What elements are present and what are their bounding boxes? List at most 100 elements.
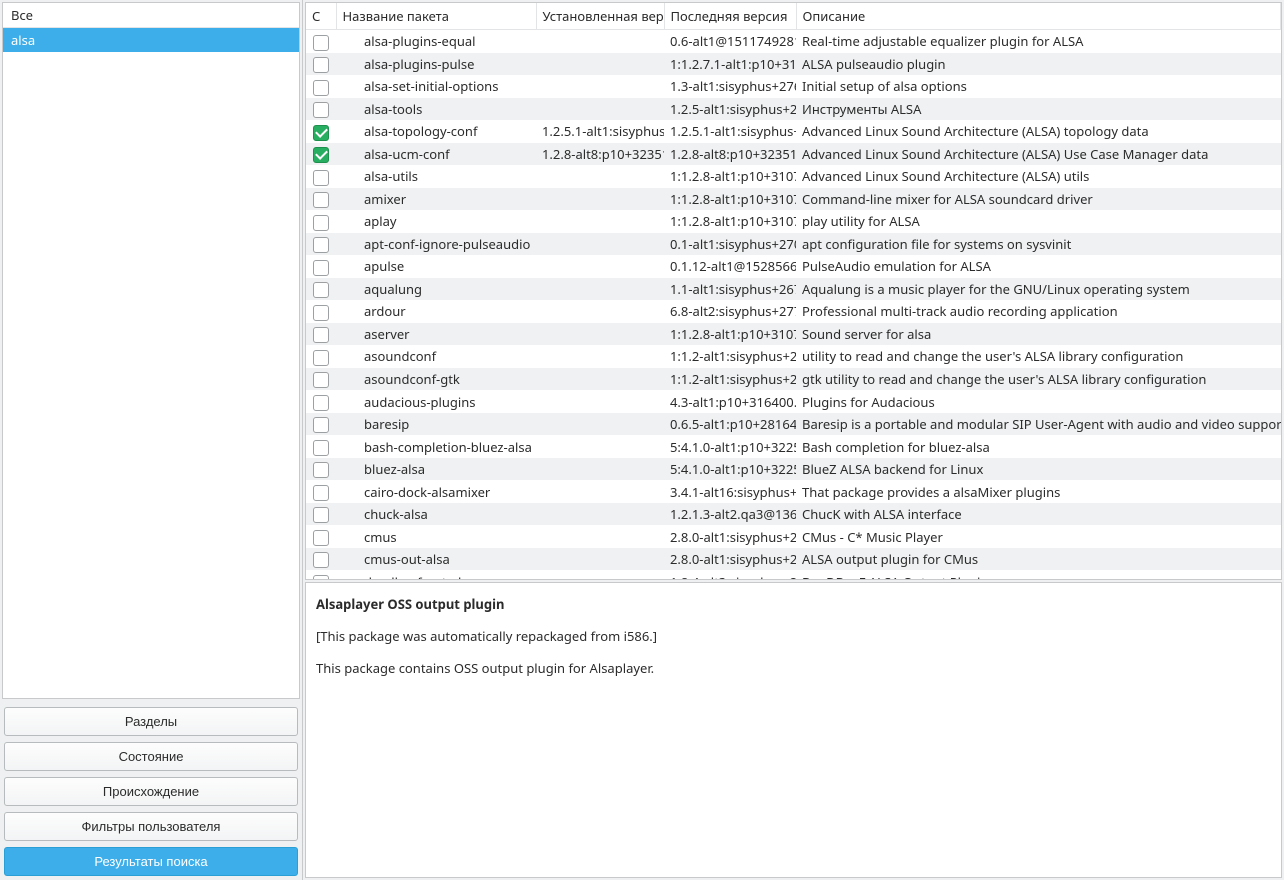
package-installed-version (536, 165, 664, 188)
table-row[interactable]: ardour6.8-alt2:sisyphus+2773Professional… (306, 300, 1281, 323)
sidebar-button[interactable]: Состояние (4, 742, 298, 771)
package-name: cmus-out-alsa (336, 548, 536, 571)
package-name: asoundconf-gtk (336, 368, 536, 391)
package-description: apt configuration file for systems on sy… (796, 233, 1281, 256)
package-name: alsa-ucm-conf (336, 143, 536, 166)
sidebar-button[interactable]: Разделы (4, 707, 298, 736)
sidebar-button[interactable]: Результаты поиска (4, 847, 298, 876)
table-row[interactable]: amixer1:1.2.8-alt1:p10+31079Command-line… (306, 188, 1281, 211)
package-checkbox[interactable] (313, 507, 329, 523)
package-latest-version: 0.1-alt1:sisyphus+2700 (664, 233, 796, 256)
table-row[interactable]: deadbeef-out-alsa1.8.4-alt3:sisyphus+27D… (306, 570, 1281, 580)
package-description: Advanced Linux Sound Architecture (ALSA)… (796, 143, 1281, 166)
package-checkbox[interactable] (313, 192, 329, 208)
sidebar-item[interactable]: alsa (3, 28, 299, 52)
package-checkbox[interactable] (313, 35, 329, 51)
package-checkbox[interactable] (313, 125, 329, 141)
package-checkbox[interactable] (313, 552, 329, 568)
table-row[interactable]: cmus2.8.0-alt1:sisyphus+24CMus - C* Musi… (306, 525, 1281, 548)
col-header-installed[interactable]: Установленная верс (536, 3, 664, 30)
table-row[interactable]: aplay1:1.2.8-alt1:p10+31079play utility … (306, 210, 1281, 233)
package-installed-version (536, 75, 664, 98)
table-row[interactable]: alsa-set-initial-options1.3-alt1:sisyphu… (306, 75, 1281, 98)
package-checkbox[interactable] (313, 237, 329, 253)
package-checkbox[interactable] (313, 327, 329, 343)
table-row[interactable]: alsa-plugins-equal0.6-alt1@1511749281Rea… (306, 30, 1281, 53)
table-row[interactable]: asoundconf-gtk1:1.2-alt1:sisyphus+24gtk … (306, 368, 1281, 391)
package-checkbox[interactable] (313, 170, 329, 186)
package-latest-version: 1:1.2.8-alt1:p10+31079 (664, 188, 796, 211)
package-checkbox[interactable] (313, 215, 329, 231)
package-checkbox[interactable] (313, 530, 329, 546)
table-row[interactable]: asoundconf1:1.2-alt1:sisyphus+24utility … (306, 345, 1281, 368)
package-name: alsa-topology-conf (336, 120, 536, 143)
package-checkbox[interactable] (313, 305, 329, 321)
package-checkbox[interactable] (313, 260, 329, 276)
package-table-wrap[interactable]: С Название пакета Установленная верс Пос… (305, 2, 1282, 580)
package-latest-version: 1:1.2-alt1:sisyphus+24 (664, 345, 796, 368)
package-name: bash-completion-bluez-alsa (336, 435, 536, 458)
table-row[interactable]: aserver1:1.2.8-alt1:p10+31079Sound serve… (306, 323, 1281, 346)
package-installed-version (536, 188, 664, 211)
package-checkbox[interactable] (313, 350, 329, 366)
table-row[interactable]: alsa-plugins-pulse1:1.2.7.1-alt1:p10+310… (306, 53, 1281, 76)
table-row[interactable]: bluez-alsa5:4.1.0-alt1:p10+32259BlueZ AL… (306, 458, 1281, 481)
package-checkbox[interactable] (313, 80, 329, 96)
table-row[interactable]: chuck-alsa1.2.1.3-alt2.qa3@1366ChucK wit… (306, 503, 1281, 526)
package-installed-version: 1.2.8-alt8:p10+323518 (536, 143, 664, 166)
table-row[interactable]: alsa-tools1.2.5-alt1:sisyphus+27Инструме… (306, 98, 1281, 121)
package-latest-version: 1.2.8-alt8:p10+323518 (664, 143, 796, 166)
table-row[interactable]: aqualung1.1-alt1:sisyphus+2676Aqualung i… (306, 278, 1281, 301)
table-row[interactable]: alsa-topology-conf1.2.5.1-alt1:sisyphus+… (306, 120, 1281, 143)
package-checkbox[interactable] (313, 147, 329, 163)
package-checkbox[interactable] (313, 417, 329, 433)
detail-title: Alsaplayer OSS output plugin (316, 595, 1271, 613)
package-installed-version (536, 503, 664, 526)
package-description: BlueZ ALSA backend for Linux (796, 458, 1281, 481)
package-checkbox[interactable] (313, 440, 329, 456)
package-checkbox[interactable] (313, 485, 329, 501)
package-installed-version (536, 300, 664, 323)
table-row[interactable]: cmus-out-alsa2.8.0-alt1:sisyphus+24ALSA … (306, 548, 1281, 571)
package-name: aplay (336, 210, 536, 233)
package-description: Professional multi-track audio recording… (796, 300, 1281, 323)
table-row[interactable]: bash-completion-bluez-alsa5:4.1.0-alt1:p… (306, 435, 1281, 458)
package-installed-version (536, 98, 664, 121)
package-description: Sound server for alsa (796, 323, 1281, 346)
package-latest-version: 2.8.0-alt1:sisyphus+24 (664, 548, 796, 571)
package-name: alsa-plugins-pulse (336, 53, 536, 76)
table-row[interactable]: apt-conf-ignore-pulseaudio0.1-alt1:sisyp… (306, 233, 1281, 256)
package-description: utility to read and change the user's AL… (796, 345, 1281, 368)
package-latest-version: 1.8.4-alt3:sisyphus+27 (664, 570, 796, 580)
package-installed-version (536, 233, 664, 256)
table-row[interactable]: audacious-plugins4.3-alt1:p10+316400.2Pl… (306, 390, 1281, 413)
package-checkbox[interactable] (313, 372, 329, 388)
col-header-desc[interactable]: Описание (796, 3, 1281, 30)
package-description: CMus - C* Music Player (796, 525, 1281, 548)
sidebar-button[interactable]: Фильтры пользователя (4, 812, 298, 841)
col-header-check[interactable]: С (306, 3, 336, 30)
table-row[interactable]: alsa-ucm-conf1.2.8-alt8:p10+3235181.2.8-… (306, 143, 1281, 166)
detail-line-1: [This package was automatically repackag… (316, 627, 1271, 645)
col-header-latest[interactable]: Последняя версия (664, 3, 796, 30)
table-row[interactable]: cairo-dock-alsamixer3.4.1-alt16:sisyphus… (306, 480, 1281, 503)
package-checkbox[interactable] (313, 102, 329, 118)
package-description: Initial setup of alsa options (796, 75, 1281, 98)
table-row[interactable]: apulse0.1.12-alt1@15285669PulseAudio emu… (306, 255, 1281, 278)
sidebar-list-header[interactable]: Все (3, 3, 299, 28)
package-name: deadbeef-out-alsa (336, 570, 536, 580)
package-installed-version (536, 435, 664, 458)
package-checkbox[interactable] (313, 395, 329, 411)
package-checkbox[interactable] (313, 575, 329, 580)
package-installed-version (536, 53, 664, 76)
package-checkbox[interactable] (313, 462, 329, 478)
col-header-name[interactable]: Название пакета (336, 3, 536, 30)
sidebar-button[interactable]: Происхождение (4, 777, 298, 806)
detail-line-2: This package contains OSS output plugin … (316, 659, 1271, 677)
package-checkbox[interactable] (313, 57, 329, 73)
package-checkbox[interactable] (313, 282, 329, 298)
table-row[interactable]: alsa-utils1:1.2.8-alt1:p10+31079Advanced… (306, 165, 1281, 188)
table-row[interactable]: baresip0.6.5-alt1:p10+281644Baresip is a… (306, 413, 1281, 436)
package-latest-version: 1:1.2.8-alt1:p10+31079 (664, 210, 796, 233)
package-latest-version: 1:1.2.8-alt1:p10+31079 (664, 165, 796, 188)
